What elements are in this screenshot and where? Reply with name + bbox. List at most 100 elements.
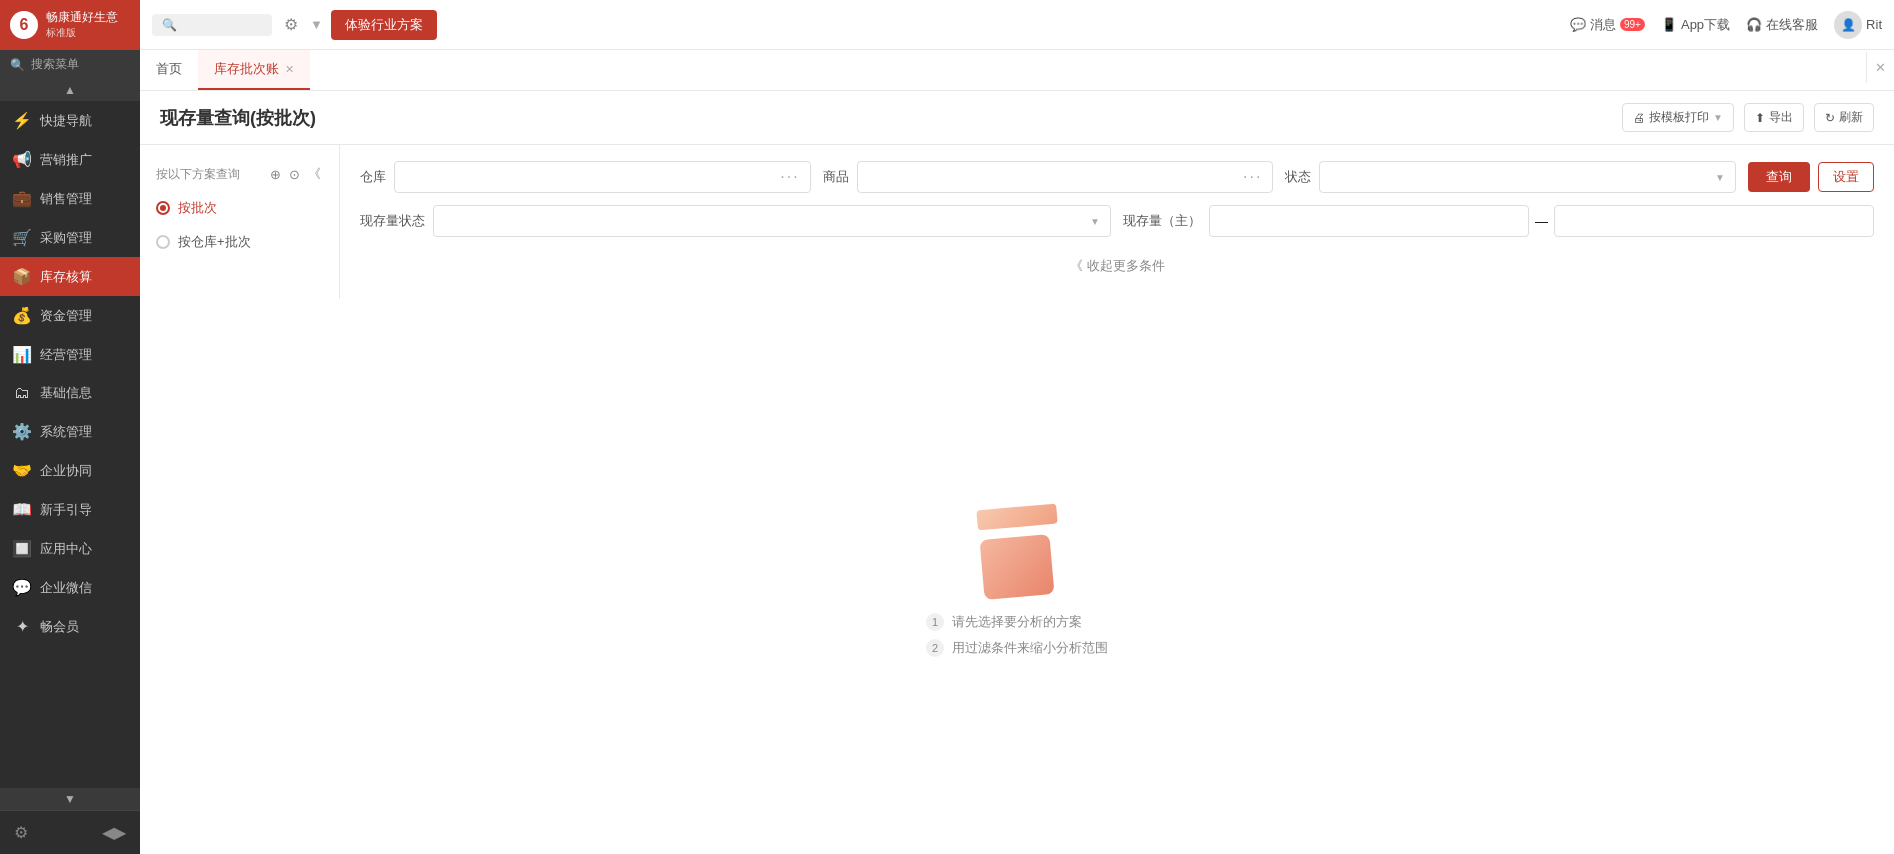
sidebar-item-guide[interactable]: 📖 新手引导: [0, 490, 140, 529]
empty-state: 1 请先选择要分析的方案 2 用过滤条件来缩小分析范围: [140, 299, 1894, 854]
product-label: 商品: [823, 168, 849, 186]
wechat-icon: 💬: [12, 578, 32, 597]
topbar-settings-btn[interactable]: ⚙: [280, 11, 302, 38]
topbar-search-box[interactable]: 🔍: [152, 14, 272, 36]
app-center-icon: 🔲: [12, 539, 32, 558]
inventory-qty-max[interactable]: [1554, 205, 1874, 237]
sidebar-item-enterprise[interactable]: 🤝 企业协同: [0, 451, 140, 490]
sidebar-item-app-center[interactable]: 🔲 应用中心: [0, 529, 140, 568]
tab-home-label: 首页: [156, 60, 182, 78]
print-template-btn[interactable]: 🖨 按模板打印 ▼: [1622, 103, 1734, 132]
status-select[interactable]: ▼: [1319, 161, 1736, 193]
filter-option-by-warehouse-batch[interactable]: 按仓库+批次: [140, 225, 339, 259]
empty-tip-1: 1 请先选择要分析的方案: [926, 613, 1108, 631]
sidebar-item-label: 采购管理: [40, 229, 92, 247]
export-btn[interactable]: ⬆ 导出: [1744, 103, 1804, 132]
warehouse-label: 仓库: [360, 168, 386, 186]
messages-badge: 99+: [1620, 18, 1645, 31]
inventory-status-select[interactable]: ▼: [433, 205, 1111, 237]
user-area[interactable]: 👤 Rit: [1834, 11, 1882, 39]
box-lid: [976, 503, 1057, 530]
tab-close-page[interactable]: ✕: [1866, 52, 1894, 83]
sidebar-scroll-down[interactable]: ▼: [0, 788, 140, 810]
app-download-item[interactable]: 📱 App下载: [1661, 16, 1730, 34]
inventory-status-label: 现存量状态: [360, 212, 425, 230]
collapse-icon[interactable]: ◀▶: [98, 819, 130, 846]
page-content-area: 现存量查询(按批次) 🖨 按模板打印 ▼ ⬆ 导出 ↻ 刷新: [140, 91, 1894, 854]
sidebar-item-management[interactable]: 📊 经营管理: [0, 335, 140, 374]
purchase-icon: 🛒: [12, 228, 32, 247]
inventory-status-field: 现存量状态 ▼: [360, 205, 1111, 237]
warehouse-field: 仓库 ···: [360, 161, 811, 193]
add-scheme-btn[interactable]: ⊕: [268, 163, 283, 185]
sidebar-item-sales[interactable]: 💼 销售管理: [0, 179, 140, 218]
empty-illustration: [967, 497, 1067, 597]
enterprise-icon: 🤝: [12, 461, 32, 480]
sidebar-search[interactable]: 🔍 搜索菜单: [0, 50, 140, 79]
app-name: 畅康通好生意: [46, 10, 118, 26]
range-dash: —: [1535, 214, 1548, 229]
tab-home[interactable]: 首页: [140, 50, 198, 90]
topbar-right: 💬 消息 99+ 📱 App下载 🎧 在线客服 👤 Rit: [1570, 11, 1882, 39]
filter-sidebar-title-text: 按以下方案查询: [156, 166, 240, 183]
print-icon: 🖨: [1633, 111, 1645, 125]
sidebar: 6 畅康通好生意 标准版 🔍 搜索菜单 ▲ ⚡ 快捷导航 📢 营销推广 💼 销售…: [0, 0, 140, 854]
settings-icon[interactable]: ⚙: [10, 819, 32, 846]
sidebar-item-label: 营销推广: [40, 151, 92, 169]
sidebar-item-inventory[interactable]: 📦 库存核算: [0, 257, 140, 296]
warehouse-input[interactable]: ···: [394, 161, 811, 193]
scheme-settings-btn[interactable]: ⊙: [287, 163, 302, 185]
tab-inventory-batch-label: 库存批次账: [214, 60, 279, 78]
online-service-item[interactable]: 🎧 在线客服: [1746, 16, 1818, 34]
export-icon: ⬆: [1755, 111, 1765, 125]
sidebar-item-label: 企业微信: [40, 579, 92, 597]
sidebar-item-label: 销售管理: [40, 190, 92, 208]
sidebar-item-basic-info[interactable]: 🗂 基础信息: [0, 374, 140, 412]
sidebar-item-marketing[interactable]: 📢 营销推广: [0, 140, 140, 179]
inventory-qty-label: 现存量（主）: [1123, 212, 1201, 230]
topbar-left: 🔍 ⚙ ▼ 体验行业方案: [152, 10, 437, 40]
search-icon: 🔍: [10, 58, 25, 72]
topbar-dropdown-icon[interactable]: ▼: [310, 17, 323, 32]
inventory-qty-range: —: [1209, 205, 1874, 237]
sidebar-item-label: 新手引导: [40, 501, 92, 519]
query-btn[interactable]: 查询: [1748, 162, 1810, 192]
sidebar-item-purchase[interactable]: 🛒 采购管理: [0, 218, 140, 257]
refresh-icon: ↻: [1825, 111, 1835, 125]
sidebar-item-quick-nav[interactable]: ⚡ 快捷导航: [0, 101, 140, 140]
sidebar-item-system[interactable]: ⚙️ 系统管理: [0, 412, 140, 451]
sidebar-item-label: 库存核算: [40, 268, 92, 286]
action-buttons: 查询 设置: [1748, 162, 1874, 192]
sidebar-scroll-up[interactable]: ▲: [0, 79, 140, 101]
product-input[interactable]: ···: [857, 161, 1274, 193]
online-service-label: 在线客服: [1766, 16, 1818, 34]
box-shape: [980, 534, 1055, 600]
sidebar-item-member[interactable]: ✦ 畅会员: [0, 607, 140, 646]
collapse-sidebar-btn[interactable]: 《: [306, 163, 323, 185]
filter-sidebar-title: 按以下方案查询 ⊕ ⊙ 《: [140, 157, 339, 191]
page-actions: 🖨 按模板打印 ▼ ⬆ 导出 ↻ 刷新: [1622, 103, 1874, 132]
inventory-qty-field: 现存量（主） —: [1123, 205, 1874, 237]
sidebar-nav: ⚡ 快捷导航 📢 营销推广 💼 销售管理 🛒 采购管理 📦 库存核算 💰 资金管…: [0, 101, 140, 788]
filter-section: 按以下方案查询 ⊕ ⊙ 《 按批次 按仓库+批次: [140, 145, 1894, 299]
experience-btn[interactable]: 体验行业方案: [331, 10, 437, 40]
collapse-more-btn[interactable]: 《 收起更多条件: [360, 249, 1874, 283]
radio-by-warehouse-batch: [156, 235, 170, 249]
inventory-qty-min[interactable]: [1209, 205, 1529, 237]
filter-sidebar-actions: ⊕ ⊙ 《: [268, 163, 323, 185]
sales-icon: 💼: [12, 189, 32, 208]
inv-status-chevron-icon: ▼: [1090, 216, 1100, 227]
print-dropdown-icon: ▼: [1713, 112, 1723, 123]
tab-inventory-batch[interactable]: 库存批次账 ✕: [198, 50, 310, 90]
tab-close-icon[interactable]: ✕: [285, 63, 294, 76]
sidebar-item-finance[interactable]: 💰 资金管理: [0, 296, 140, 335]
refresh-btn[interactable]: ↻ 刷新: [1814, 103, 1874, 132]
filter-row-1: 仓库 ··· 商品 ···: [360, 161, 1874, 193]
status-label: 状态: [1285, 168, 1311, 186]
messages-item[interactable]: 💬 消息 99+: [1570, 16, 1645, 34]
refresh-label: 刷新: [1839, 109, 1863, 126]
guide-icon: 📖: [12, 500, 32, 519]
sidebar-item-wechat[interactable]: 💬 企业微信: [0, 568, 140, 607]
settings-btn[interactable]: 设置: [1818, 162, 1874, 192]
filter-option-by-batch[interactable]: 按批次: [140, 191, 339, 225]
